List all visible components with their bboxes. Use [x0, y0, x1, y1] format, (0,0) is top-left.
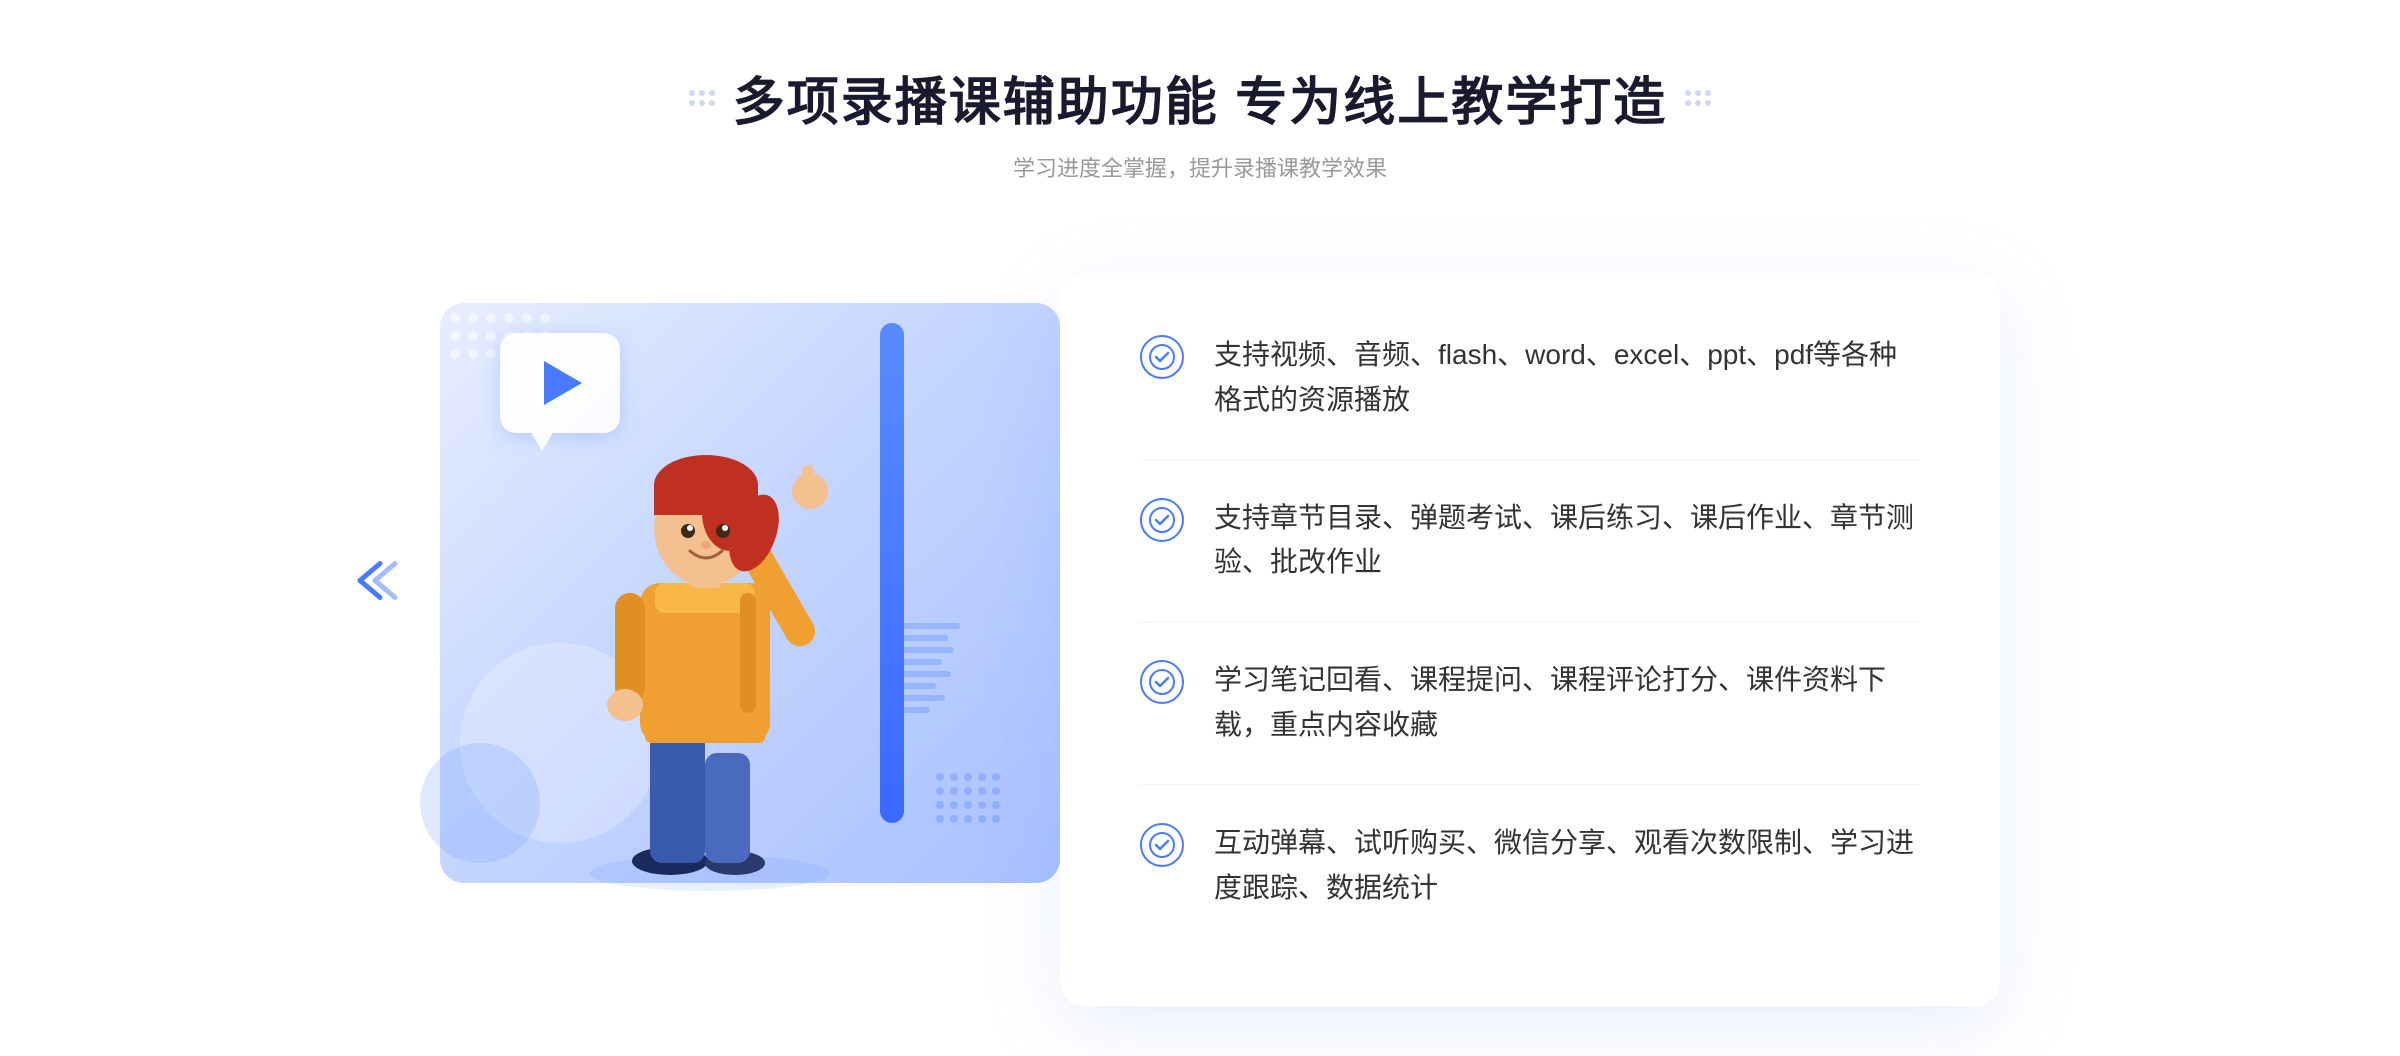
check-icon-3: [1140, 660, 1184, 704]
header-section: 多项录播课辅助功能 专为线上教学打造 学习进度全掌握，提升录播课教学效果: [0, 60, 2400, 183]
sub-title: 学习进度全掌握，提升录播课教学效果: [0, 151, 2400, 183]
title-row: 多项录播课辅助功能 专为线上教学打造: [0, 60, 2400, 135]
feature-item-3: 学习笔记回看、课程提问、课程评论打分、课件资料下载，重点内容收藏: [1140, 622, 1920, 785]
deco-circle-medium: [420, 743, 540, 863]
main-title: 多项录播课辅助功能 专为线上教学打造: [733, 60, 1667, 135]
left-chevron: [350, 556, 400, 611]
content-wrapper: 支持视频、音频、flash、word、excel、ppt、pdf等各种格式的资源…: [400, 243, 2000, 976]
character-figure: [540, 373, 880, 893]
illustration-area: [400, 243, 1080, 923]
title-dots-right: [1685, 90, 1711, 106]
feature-item-4: 互动弹幕、试听购买、微信分享、观看次数限制、学习进度跟踪、数据统计: [1140, 785, 1920, 947]
play-icon: [544, 361, 582, 405]
deco-stripes: [900, 623, 960, 723]
features-card: 支持视频、音频、flash、word、excel、ppt、pdf等各种格式的资源…: [1060, 273, 2000, 1006]
feature-item-1: 支持视频、音频、flash、word、excel、ppt、pdf等各种格式的资源…: [1140, 333, 1920, 460]
feature-text-2: 支持章节目录、弹题考试、课后练习、课后作业、章节测验、批改作业: [1214, 496, 1920, 586]
feature-text-1: 支持视频、音频、flash、word、excel、ppt、pdf等各种格式的资源…: [1214, 333, 1920, 423]
check-icon-1: [1140, 335, 1184, 379]
title-dots-left: [689, 90, 715, 106]
feature-item-2: 支持章节目录、弹题考试、课后练习、课后作业、章节测验、批改作业: [1140, 460, 1920, 623]
play-bubble: [500, 333, 620, 433]
check-icon-2: [1140, 498, 1184, 542]
check-icon-4: [1140, 823, 1184, 867]
feature-text-3: 学习笔记回看、课程提问、课程评论打分、课件资料下载，重点内容收藏: [1214, 658, 1920, 748]
deco-dots-bottomright: [936, 773, 1000, 823]
feature-text-4: 互动弹幕、试听购买、微信分享、观看次数限制、学习进度跟踪、数据统计: [1214, 821, 1920, 911]
blue-accent-bar: [880, 323, 904, 823]
